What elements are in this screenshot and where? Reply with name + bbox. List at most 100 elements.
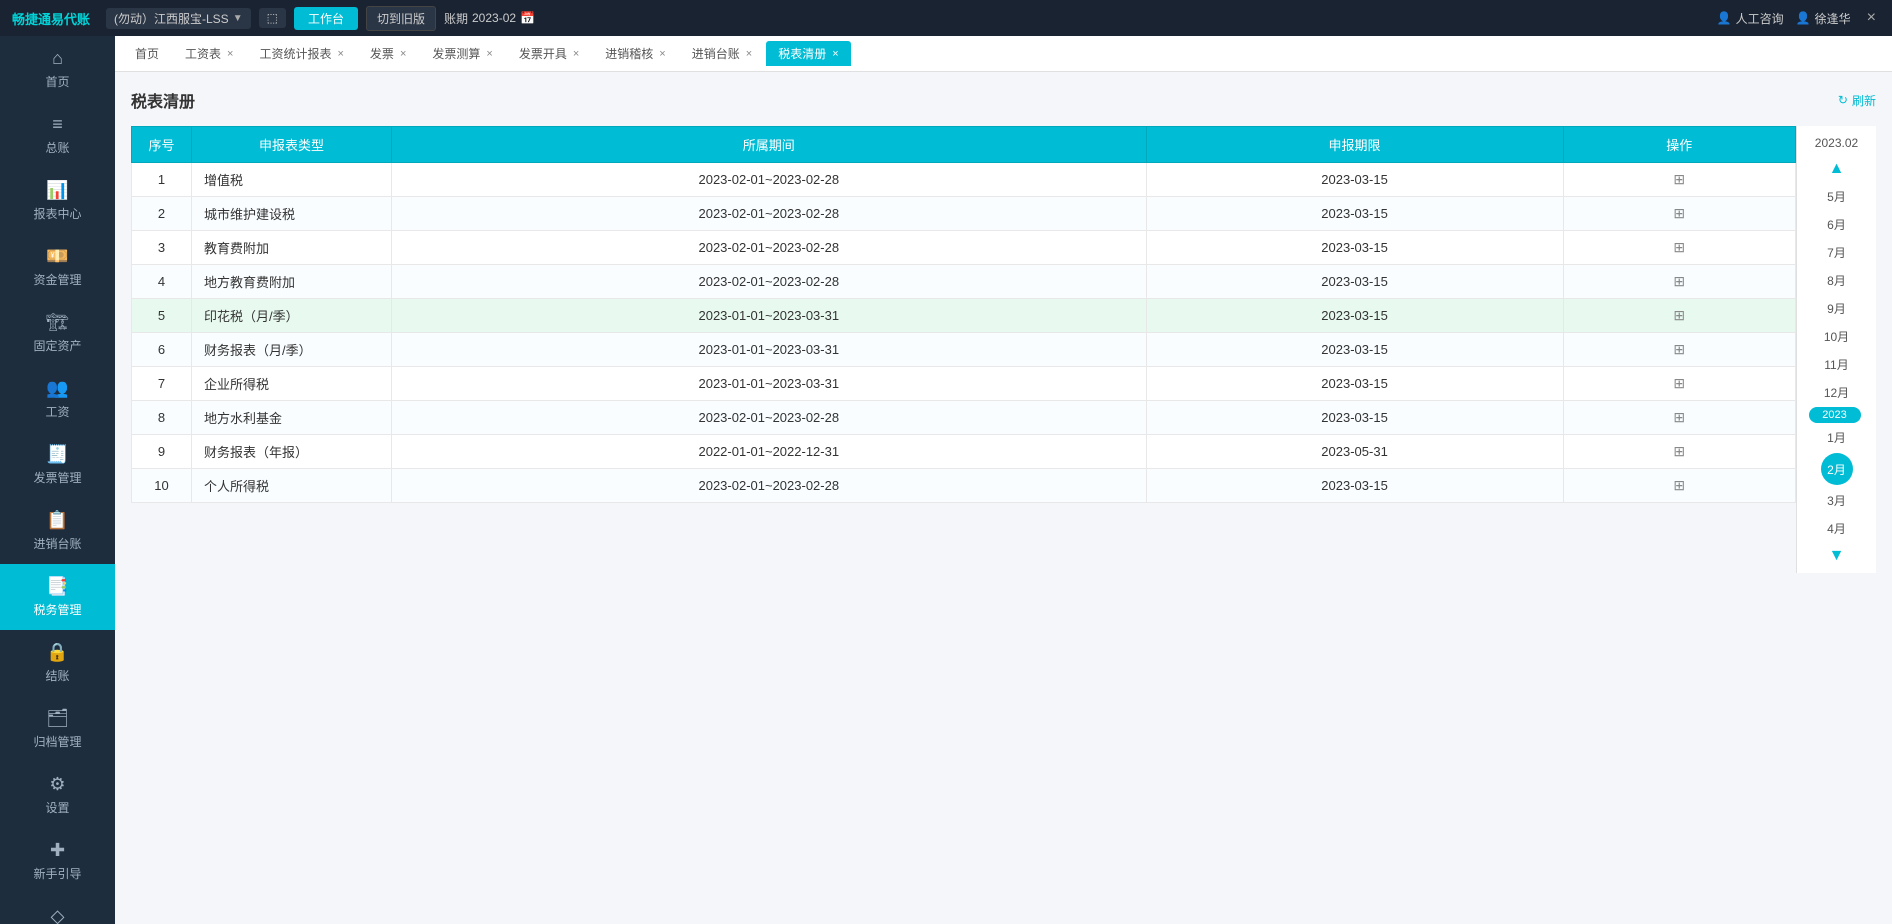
month-item[interactable]: 9月 <box>1809 295 1865 322</box>
workspace-button[interactable]: 工作台 <box>294 7 358 30</box>
cell-type: 个人所得税 <box>192 469 392 503</box>
tab-salary[interactable]: 工资表 × <box>173 41 245 66</box>
tab-salary-report[interactable]: 工资统计报表 × <box>247 41 355 66</box>
tab-purchase-check-label: 进销稽核 <box>605 45 653 62</box>
tab-purchase-ledger[interactable]: 进销台账 × <box>680 41 764 66</box>
cell-action: ⊞ <box>1563 401 1795 435</box>
cell-no: 2 <box>132 197 192 231</box>
app-close-button[interactable]: × <box>1863 9 1880 27</box>
ledger-icon: ≡ <box>52 114 63 135</box>
report-icon: 📊 <box>46 180 68 201</box>
tab-salary-close[interactable]: × <box>227 48 233 60</box>
sidebar-label-fund: 资金管理 <box>33 271 81 288</box>
right-panel-header: 2023.02 <box>1811 130 1862 156</box>
sidebar-item-archive[interactable]: 🗂 归档管理 <box>0 696 115 762</box>
month-item[interactable]: 3月 <box>1809 487 1865 514</box>
company-selector[interactable]: (勿动）江西服宝-LSS ▼ <box>106 8 251 29</box>
cell-no: 4 <box>132 265 192 299</box>
table-panel-wrapper: 序号 申报表类型 所属期间 申报期限 操作 1 增值税 2023-02-01~2… <box>131 126 1876 573</box>
cell-no: 7 <box>132 367 192 401</box>
content-area: 首页 工资表 × 工资统计报表 × 发票 × 发票测算 × 发票开具 × <box>115 36 1892 924</box>
tab-purchase-check-close[interactable]: × <box>659 48 665 60</box>
top-bar-right: 👤 人工咨询 👤 徐逢华 × <box>1717 9 1880 27</box>
month-item[interactable]: 11月 <box>1809 351 1865 378</box>
cell-action: ⊞ <box>1563 469 1795 503</box>
action-icon[interactable]: ⊞ <box>1673 273 1685 289</box>
home-icon: ⌂ <box>52 48 63 69</box>
sidebar-item-tax[interactable]: 📑 税务管理 <box>0 564 115 630</box>
sidebar-item-guide[interactable]: ✚ 新手引导 <box>0 828 115 894</box>
action-icon[interactable]: ⊞ <box>1673 443 1685 459</box>
tab-tax-list[interactable]: 税表清册 × <box>766 41 850 66</box>
close-period-icon: 🔒 <box>46 642 68 663</box>
action-icon[interactable]: ⊞ <box>1673 409 1685 425</box>
copy-icon-button[interactable]: ⬚ <box>259 8 286 28</box>
user-profile[interactable]: 👤 徐逢华 <box>1796 10 1851 27</box>
tab-purchase-ledger-label: 进销台账 <box>692 45 740 62</box>
tab-invoice[interactable]: 发票 × <box>358 41 418 66</box>
month-item[interactable]: 1月 <box>1809 424 1865 451</box>
calendar-icon[interactable]: 📅 <box>520 11 535 25</box>
month-item[interactable]: 12月 <box>1809 379 1865 406</box>
cell-period: 2023-02-01~2023-02-28 <box>392 469 1147 503</box>
sidebar-item-fund[interactable]: 💴 资金管理 <box>0 234 115 300</box>
chevron-down-icon[interactable]: ▼ <box>1825 543 1849 569</box>
cell-no: 1 <box>132 163 192 197</box>
cell-type: 财务报表（月/季） <box>192 333 392 367</box>
month-item[interactable]: 4月 <box>1809 515 1865 542</box>
tax-table: 序号 申报表类型 所属期间 申报期限 操作 1 增值税 2023-02-01~2… <box>131 126 1796 503</box>
year-label[interactable]: 2023 <box>1809 407 1861 423</box>
tab-purchase-ledger-close[interactable]: × <box>746 48 752 60</box>
sidebar-item-purchase[interactable]: 📋 进销台账 <box>0 498 115 564</box>
sidebar-item-home[interactable]: ⌂ 首页 <box>0 36 115 102</box>
purchase-icon: 📋 <box>46 510 68 531</box>
action-icon[interactable]: ⊞ <box>1673 477 1685 493</box>
sidebar-item-vip[interactable]: ◇ 畅会员 <box>0 894 115 924</box>
cell-deadline: 2023-03-15 <box>1146 367 1563 401</box>
month-item[interactable]: 8月 <box>1809 267 1865 294</box>
sidebar-item-ledger[interactable]: ≡ 总账 <box>0 102 115 168</box>
tab-invoice-open-close[interactable]: × <box>573 48 579 60</box>
period-label: 账期 2023-02 📅 <box>444 10 535 27</box>
cell-no: 5 <box>132 299 192 333</box>
switch-old-button[interactable]: 切到旧版 <box>366 6 436 31</box>
tab-tax-list-close[interactable]: × <box>832 48 838 60</box>
sidebar-item-close[interactable]: 🔒 结账 <box>0 630 115 696</box>
current-month-item[interactable]: 2月 <box>1821 453 1853 485</box>
cell-period: 2023-01-01~2023-03-31 <box>392 333 1147 367</box>
company-name: (勿动）江西服宝-LSS <box>114 10 229 27</box>
action-icon[interactable]: ⊞ <box>1673 375 1685 391</box>
sidebar-item-salary[interactable]: 👥 工资 <box>0 366 115 432</box>
action-icon[interactable]: ⊞ <box>1673 341 1685 357</box>
gear-icon: ⚙ <box>49 774 65 795</box>
sidebar-item-settings[interactable]: ⚙ 设置 <box>0 762 115 828</box>
tab-invoice-calc[interactable]: 发票测算 × <box>420 41 504 66</box>
month-item[interactable]: 10月 <box>1809 323 1865 350</box>
table-row: 3 教育费附加 2023-02-01~2023-02-28 2023-03-15… <box>132 231 1796 265</box>
chevron-up-icon[interactable]: ▲ <box>1825 156 1849 182</box>
cell-period: 2023-02-01~2023-02-28 <box>392 401 1147 435</box>
tab-invoice-label: 发票 <box>370 45 394 62</box>
col-type: 申报表类型 <box>192 127 392 163</box>
tab-invoice-open[interactable]: 发票开具 × <box>507 41 591 66</box>
month-item[interactable]: 6月 <box>1809 211 1865 238</box>
salary-icon: 👥 <box>46 378 68 399</box>
tab-invoice-close[interactable]: × <box>400 48 406 60</box>
service-button[interactable]: 👤 人工咨询 <box>1717 10 1784 27</box>
tab-invoice-calc-close[interactable]: × <box>486 48 492 60</box>
action-icon[interactable]: ⊞ <box>1673 205 1685 221</box>
refresh-button[interactable]: ↻ 刷新 <box>1838 92 1876 109</box>
sidebar-item-invoice[interactable]: 🧾 发票管理 <box>0 432 115 498</box>
action-icon[interactable]: ⊞ <box>1673 239 1685 255</box>
month-item[interactable]: 7月 <box>1809 239 1865 266</box>
sidebar-label-purchase: 进销台账 <box>33 535 81 552</box>
tab-salary-report-close[interactable]: × <box>337 48 343 60</box>
sidebar-item-fixed[interactable]: 🏗 固定资产 <box>0 300 115 366</box>
action-icon[interactable]: ⊞ <box>1673 307 1685 323</box>
month-item[interactable]: 5月 <box>1809 183 1865 210</box>
sidebar-item-report[interactable]: 📊 报表中心 <box>0 168 115 234</box>
action-icon[interactable]: ⊞ <box>1673 171 1685 187</box>
tab-purchase-check[interactable]: 进销稽核 × <box>593 41 677 66</box>
cell-deadline: 2023-03-15 <box>1146 299 1563 333</box>
tab-home[interactable]: 首页 <box>123 41 171 66</box>
